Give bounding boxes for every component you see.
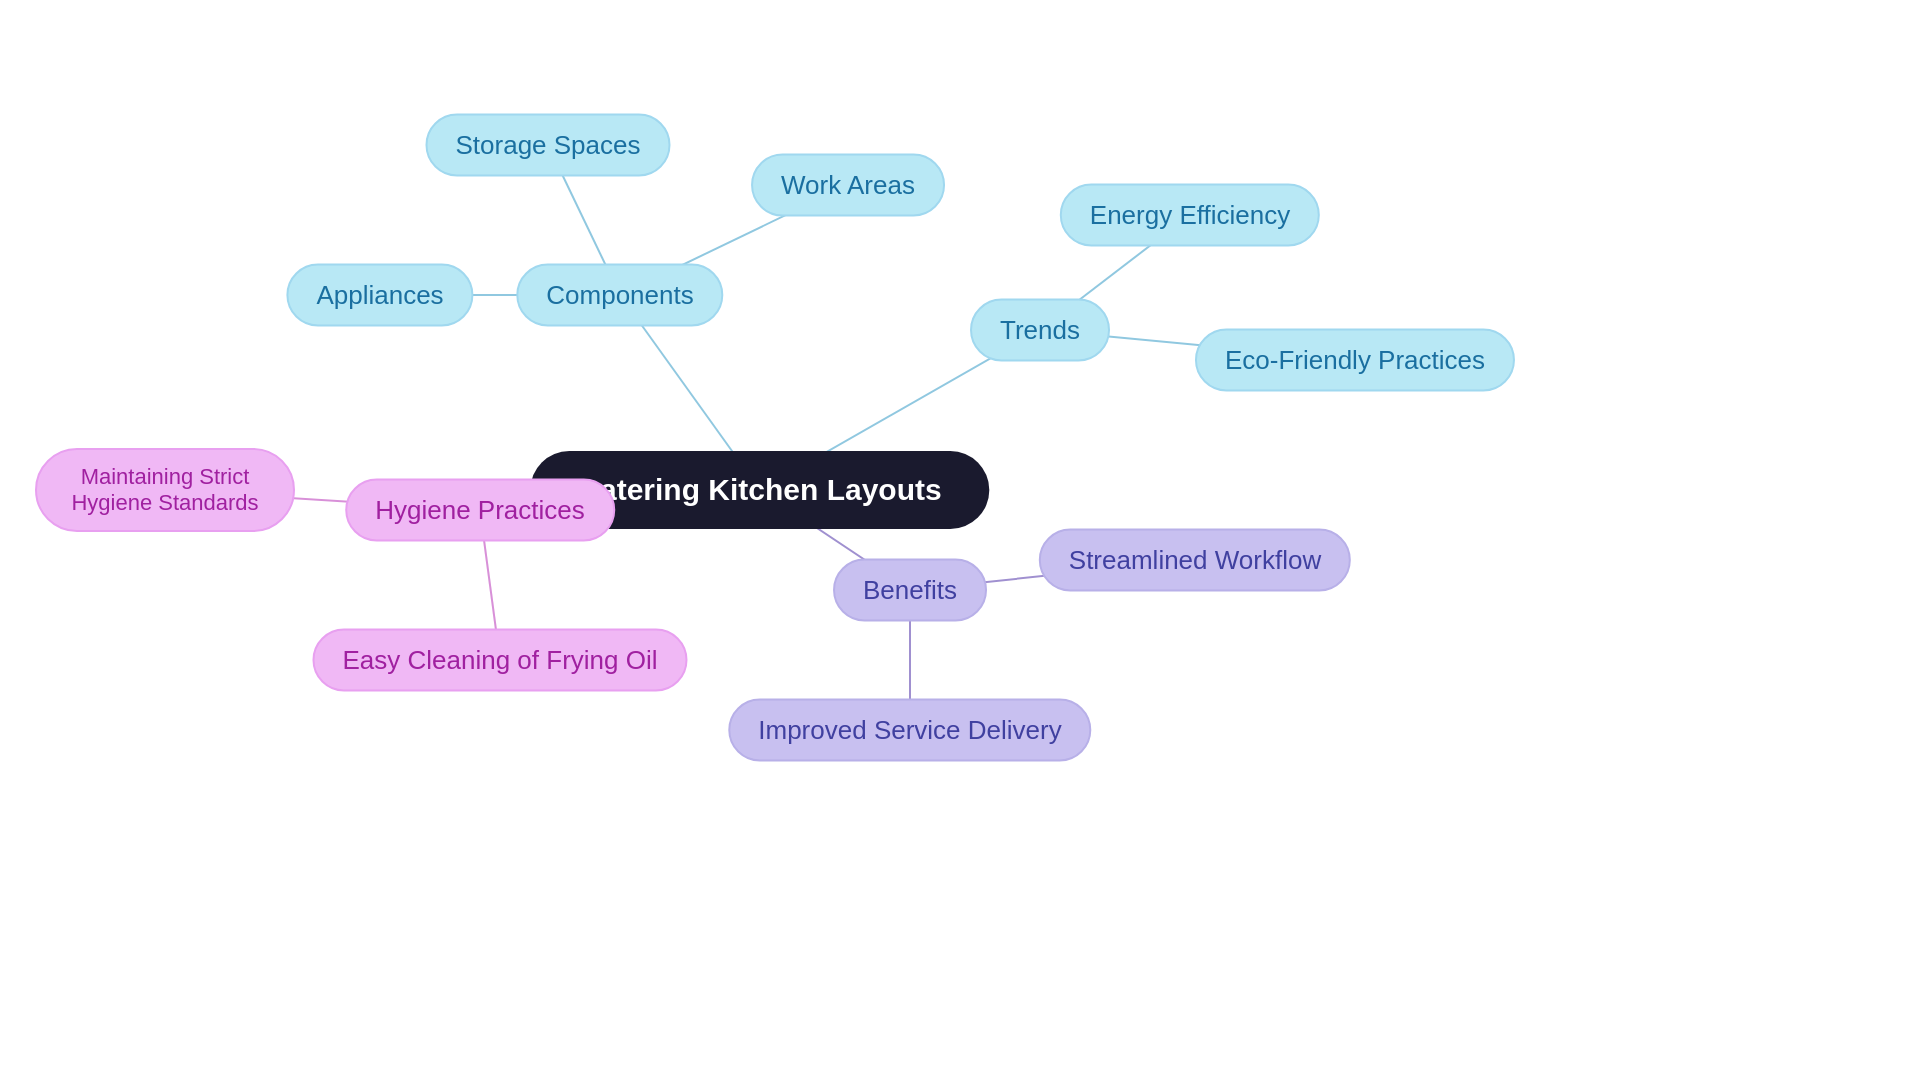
maintaining-hygiene-node: Maintaining Strict Hygiene Standards: [35, 448, 295, 532]
easy-cleaning-node: Easy Cleaning of Frying Oil: [312, 629, 687, 692]
trends-node: Trends: [970, 299, 1110, 362]
work-areas-node: Work Areas: [751, 154, 945, 217]
appliances-node: Appliances: [286, 264, 473, 327]
streamlined-workflow-node: Streamlined Workflow: [1039, 529, 1351, 592]
benefits-node: Benefits: [833, 559, 987, 622]
components-node: Components: [516, 264, 723, 327]
storage-spaces-node: Storage Spaces: [425, 114, 670, 177]
eco-friendly-node: Eco-Friendly Practices: [1195, 329, 1515, 392]
energy-efficiency-node: Energy Efficiency: [1060, 184, 1320, 247]
improved-service-node: Improved Service Delivery: [728, 699, 1091, 762]
hygiene-practices-node: Hygiene Practices: [345, 479, 615, 542]
